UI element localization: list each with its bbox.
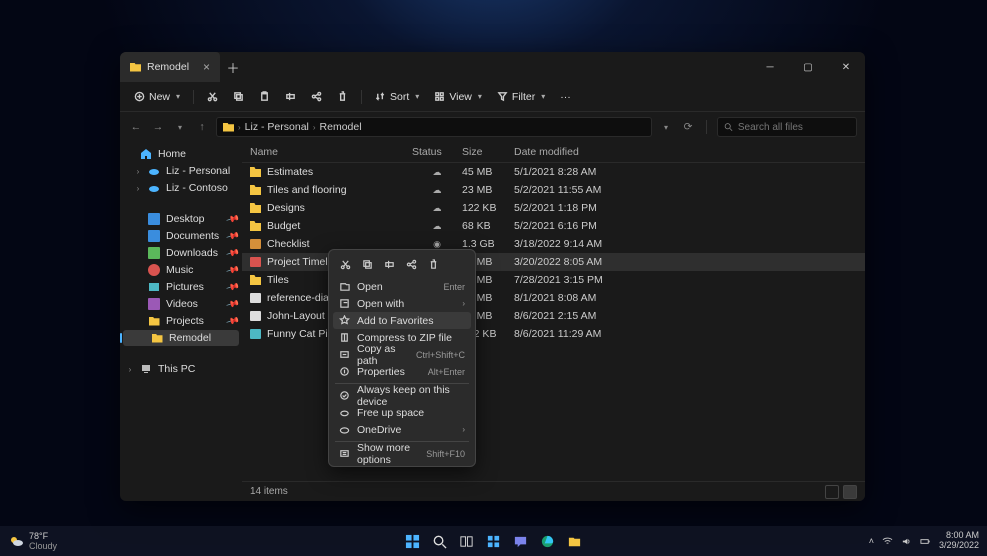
folder-icon	[130, 63, 141, 72]
sidebar-item-desktop[interactable]: Desktop📌	[120, 211, 242, 227]
ctx-show-more-options[interactable]: Show more optionsShift+F10	[333, 445, 471, 462]
toolbar: New▾ Sort▾ View▾ Filter▾ ···	[120, 82, 865, 112]
details-view-button[interactable]	[825, 485, 839, 499]
ctx-open-with[interactable]: Open with›	[333, 295, 471, 312]
file-explorer-window: Remodel × ＋ ─ ▢ ✕ New▾ Sort▾ View▾ Filte…	[120, 52, 865, 501]
context-menu: OpenEnterOpen with›Add to FavoritesCompr…	[328, 249, 476, 467]
ctx-rename-button[interactable]	[381, 256, 398, 273]
forward-button[interactable]: →	[150, 121, 166, 133]
new-button[interactable]: New▾	[128, 88, 186, 106]
close-button[interactable]: ✕	[827, 52, 865, 82]
sort-button[interactable]: Sort▾	[369, 88, 425, 106]
column-date[interactable]: Date modified	[514, 146, 634, 158]
paste-button[interactable]	[253, 88, 276, 105]
sidebar: Home›Liz - Personal›Liz - Contoso Desktop…	[120, 142, 242, 501]
icons-view-button[interactable]	[843, 485, 857, 499]
cut-button[interactable]	[201, 88, 224, 105]
column-headers[interactable]: Name Status Size Date modified	[242, 142, 865, 163]
tray-chevron-icon[interactable]: ˄	[869, 536, 874, 546]
sidebar-item-downloads[interactable]: Downloads📌	[120, 245, 242, 261]
search-button[interactable]	[429, 530, 451, 552]
clock[interactable]: 8:00 AM 3/29/2022	[939, 531, 979, 551]
chat-button[interactable]	[510, 530, 532, 552]
ctx-onedrive[interactable]: OneDrive›	[333, 421, 471, 438]
sidebar-item-projects[interactable]: Projects📌	[120, 313, 242, 329]
sidebar-item-videos[interactable]: Videos📌	[120, 296, 242, 312]
wifi-icon[interactable]	[882, 536, 893, 547]
sidebar-item-this-pc[interactable]: ›This PC	[120, 361, 242, 377]
address-bar[interactable]: › Liz - Personal › Remodel	[216, 117, 652, 137]
sidebar-item-liz---contoso[interactable]: ›Liz - Contoso	[120, 180, 242, 196]
weather-cond: Cloudy	[29, 541, 57, 551]
column-status[interactable]: Status	[412, 146, 462, 158]
sidebar-item-pictures[interactable]: Pictures📌	[120, 279, 242, 295]
column-name[interactable]: Name	[242, 146, 412, 158]
new-tab-button[interactable]: ＋	[220, 58, 246, 77]
system-tray[interactable]: ˄ 8:00 AM 3/29/2022	[869, 531, 979, 551]
ctx-cut-button[interactable]	[337, 256, 354, 273]
sidebar-item-liz---personal[interactable]: ›Liz - Personal	[120, 163, 242, 179]
explorer-button[interactable]	[564, 530, 586, 552]
taskbar: 78°F Cloudy ˄ 8:00 AM 3/29/2022	[0, 526, 987, 556]
rename-button[interactable]	[279, 88, 302, 105]
column-size[interactable]: Size	[462, 146, 514, 158]
filter-button[interactable]: Filter▾	[491, 88, 551, 106]
crumb-segment[interactable]: Liz - Personal	[245, 121, 309, 133]
widgets-button[interactable]	[483, 530, 505, 552]
ctx-copy-as-path[interactable]: Copy as pathCtrl+Shift+C	[333, 346, 471, 363]
search-input[interactable]	[738, 122, 850, 133]
item-count: 14 items	[250, 486, 288, 497]
share-button[interactable]	[305, 88, 328, 105]
ctx-always-keep-on-this-device[interactable]: Always keep on this device	[333, 387, 471, 404]
titlebar: Remodel × ＋ ─ ▢ ✕	[120, 52, 865, 82]
file-row[interactable]: Budget☁68 KB5/2/2021 6:16 PM	[242, 217, 865, 235]
view-button[interactable]: View▾	[428, 88, 488, 106]
delete-button[interactable]	[331, 88, 354, 105]
recent-chevron[interactable]: ▾	[172, 123, 188, 132]
volume-icon[interactable]	[901, 536, 912, 547]
sidebar-item-home[interactable]: Home	[120, 146, 242, 162]
folder-icon	[223, 123, 234, 132]
back-button[interactable]: ←	[128, 121, 144, 133]
more-button[interactable]: ···	[554, 88, 577, 106]
file-row[interactable]: Estimates☁45 MB5/1/2021 8:28 AM	[242, 163, 865, 181]
start-button[interactable]	[402, 530, 424, 552]
battery-icon[interactable]	[920, 536, 931, 547]
ctx-share-button[interactable]	[403, 256, 420, 273]
edge-button[interactable]	[537, 530, 559, 552]
history-chevron[interactable]: ▾	[658, 123, 674, 132]
ctx-copy-button[interactable]	[359, 256, 376, 273]
tab-close-button[interactable]: ×	[203, 60, 210, 74]
ctx-open[interactable]: OpenEnter	[333, 278, 471, 295]
tab-remodel[interactable]: Remodel ×	[120, 52, 220, 82]
sidebar-item-documents[interactable]: Documents📌	[120, 228, 242, 244]
up-button[interactable]: ↑	[194, 121, 210, 133]
minimize-button[interactable]: ─	[751, 52, 789, 82]
ctx-add-to-favorites[interactable]: Add to Favorites	[333, 312, 471, 329]
crumb-segment[interactable]: Remodel	[320, 121, 362, 133]
weather-widget[interactable]: 78°F Cloudy	[8, 531, 57, 551]
copy-button[interactable]	[227, 88, 250, 105]
file-row[interactable]: Designs☁122 KB5/2/2021 1:18 PM	[242, 199, 865, 217]
ctx-properties[interactable]: PropertiesAlt+Enter	[333, 363, 471, 380]
maximize-button[interactable]: ▢	[789, 52, 827, 82]
ctx-delete-button[interactable]	[425, 256, 442, 273]
statusbar: 14 items	[242, 481, 865, 501]
sidebar-item-music[interactable]: Music📌	[120, 262, 242, 278]
search-box[interactable]	[717, 117, 857, 137]
file-row[interactable]: Tiles and flooring☁23 MB5/2/2021 11:55 A…	[242, 181, 865, 199]
refresh-button[interactable]: ⟳	[680, 121, 696, 133]
tab-title: Remodel	[147, 61, 189, 73]
sidebar-item-remodel[interactable]: Remodel	[123, 330, 239, 346]
navbar: ← → ▾ ↑ › Liz - Personal › Remodel ▾ ⟳	[120, 112, 865, 142]
task-view-button[interactable]	[456, 530, 478, 552]
weather-temp: 78°F	[29, 531, 57, 541]
